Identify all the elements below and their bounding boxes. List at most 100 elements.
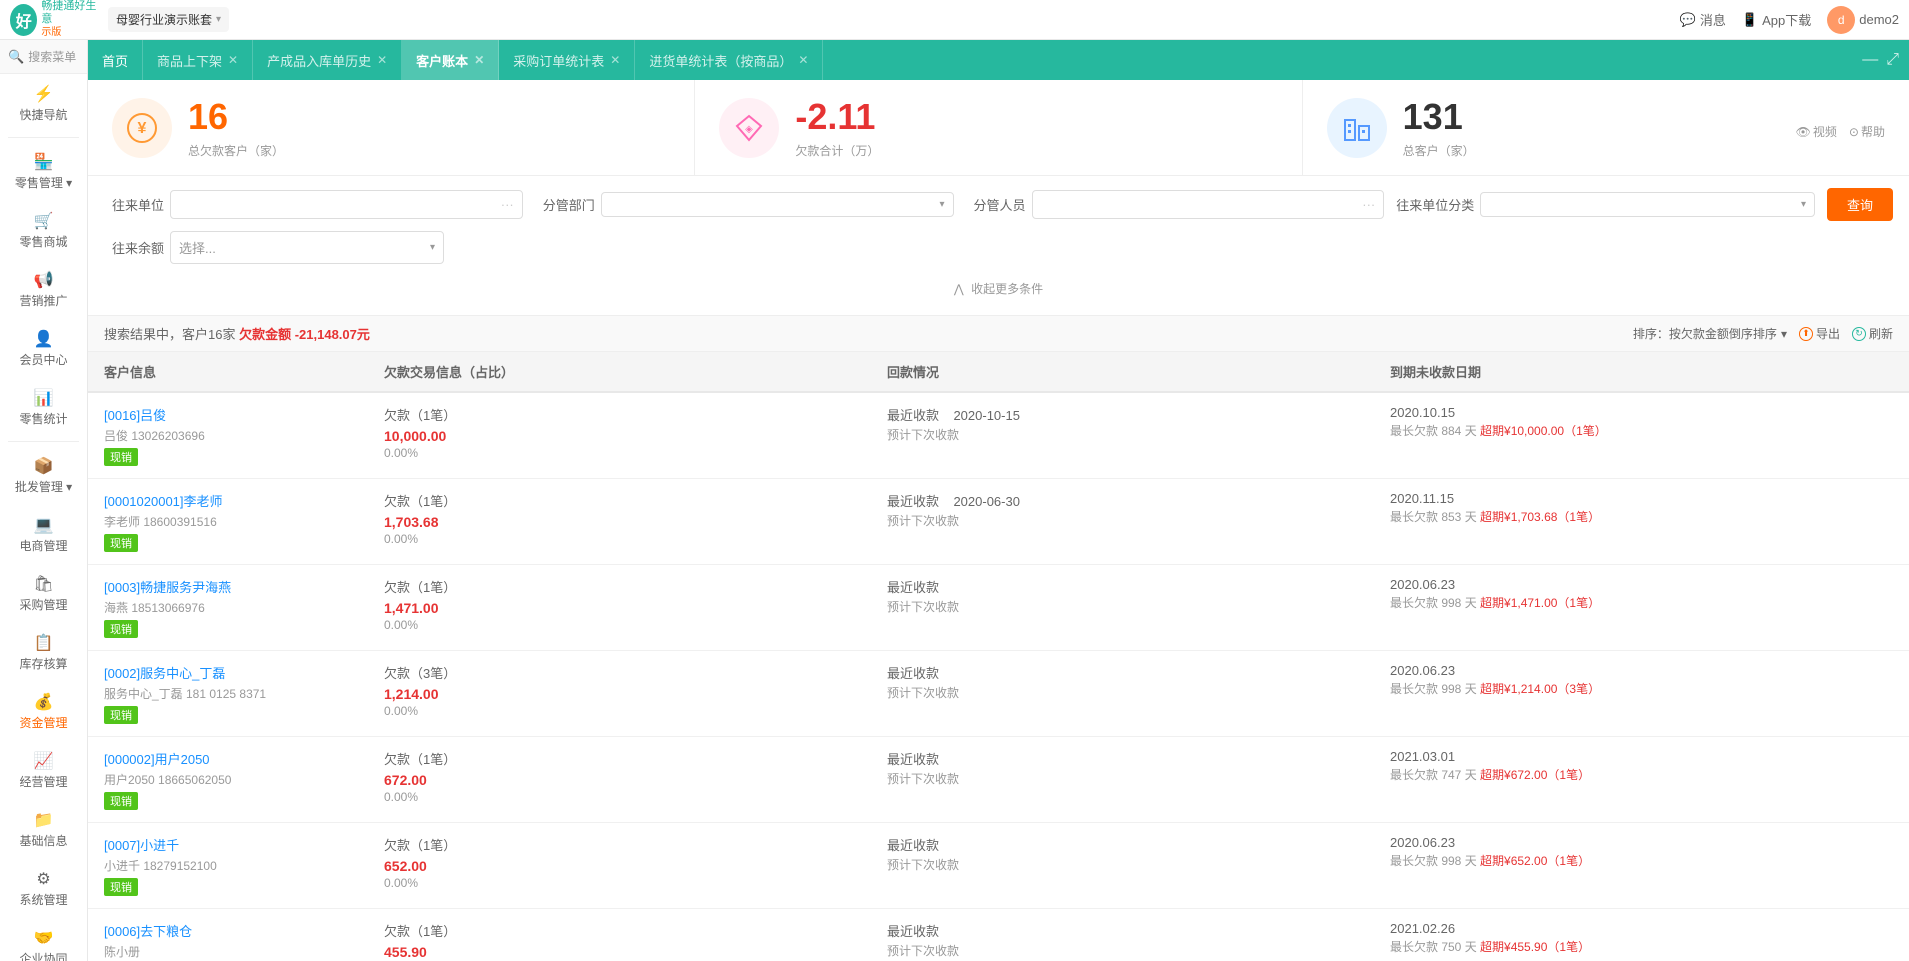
tab-products[interactable]: 商品上下架 ✕ xyxy=(143,40,253,80)
sidebar-item-retail-mall[interactable]: 🛒 零售商城 xyxy=(0,201,87,260)
export-button[interactable]: ⬆ 导出 xyxy=(1799,325,1840,342)
due-link-7[interactable]: 超期¥455.90（1笔） xyxy=(1480,940,1590,954)
tab-maximize-icon[interactable]: ⤢ xyxy=(1886,51,1899,69)
message-button[interactable]: 💬 消息 xyxy=(1680,10,1726,29)
tab-home[interactable]: 首页 xyxy=(88,40,143,80)
debt-amount-6: 652.00 xyxy=(384,858,887,874)
remaining-select[interactable]: 选择... ▾ xyxy=(170,231,444,264)
tab-purchase-order-close[interactable]: ✕ xyxy=(610,53,620,67)
customer-name-3[interactable]: [0003]畅捷服务尹海燕 xyxy=(104,577,384,596)
customer-name-6[interactable]: [0007]小进千 xyxy=(104,835,384,854)
stat-card-overdue-amount: ◈ -2.11 欠款合计（万） xyxy=(695,80,1302,175)
unit-category-select[interactable]: ▾ xyxy=(1480,192,1815,217)
sidebar-item-ecommerce[interactable]: 💻 电商管理 xyxy=(0,505,87,564)
due-date-1: 2020.10.15 xyxy=(1390,405,1893,420)
sort-selector[interactable]: 排序：按欠款金额倒序排序 ▾ xyxy=(1633,325,1787,342)
sidebar-item-sys-mgmt[interactable]: ⚙ 系统管理 xyxy=(0,859,87,918)
due-link-5[interactable]: 超期¥672.00（1笔） xyxy=(1480,768,1590,782)
query-button[interactable]: 查询 xyxy=(1827,188,1893,221)
store-arrow-icon: ▾ xyxy=(216,14,221,25)
sidebar-item-member[interactable]: 👤 会员中心 xyxy=(0,319,87,378)
main-content: ¥ 16 总欠款客户（家） ◈ xyxy=(88,80,1909,961)
sidebar-item-retail-stat[interactable]: 📊 零售统计 xyxy=(0,378,87,437)
collapse-label: 收起更多条件 xyxy=(971,282,1043,296)
next-payment-7: 预计下次收款 xyxy=(887,942,1390,959)
due-overdue-5: 最长欠款 747 天 超期¥672.00（1笔） xyxy=(1390,766,1893,783)
sidebar-item-enterprise[interactable]: 🤝 企业协同 xyxy=(0,918,87,961)
tab-production[interactable]: 产成品入库单历史 ✕ xyxy=(253,40,402,80)
svg-text:◈: ◈ xyxy=(745,124,753,135)
due-link-2[interactable]: 超期¥1,703.68（1笔） xyxy=(1480,510,1600,524)
sidebar-item-purchase[interactable]: 🛍 采购管理 xyxy=(0,564,87,623)
search-icon: 🔍 xyxy=(8,49,24,65)
due-info-3: 2020.06.23 最长欠款 998 天 超期¥1,471.00（1笔） xyxy=(1390,577,1893,611)
due-link-1[interactable]: 超期¥10,000.00（1笔） xyxy=(1480,424,1607,438)
tab-production-close[interactable]: ✕ xyxy=(377,53,387,67)
due-date-7: 2021.02.26 xyxy=(1390,921,1893,936)
user-profile[interactable]: d demo2 xyxy=(1827,6,1899,34)
debt-count-2: 欠款（1笔） xyxy=(384,491,887,510)
person-input[interactable]: ··· xyxy=(1032,190,1385,219)
sidebar-search[interactable]: 🔍 搜索菜单 xyxy=(0,40,87,74)
help-link[interactable]: ⊙ 帮助 xyxy=(1849,123,1885,140)
tab-customer-account[interactable]: 客户账本 ✕ xyxy=(402,40,499,80)
sidebar-item-finance[interactable]: 💰 资金管理 xyxy=(0,682,87,741)
from-unit-input[interactable]: ··· xyxy=(170,190,523,219)
sidebar-item-basic-info[interactable]: 📁 基础信息 xyxy=(0,800,87,859)
customer-name-7[interactable]: [0006]去下粮仓 xyxy=(104,921,384,940)
due-info-4: 2020.06.23 最长欠款 998 天 超期¥1,214.00（3笔） xyxy=(1390,663,1893,697)
due-link-3[interactable]: 超期¥1,471.00（1笔） xyxy=(1480,596,1600,610)
stat-overdue-content: 16 总欠款客户（家） xyxy=(188,96,284,159)
stat-overdue-value: 16 xyxy=(188,96,284,138)
tab-minimize-icon[interactable]: — xyxy=(1862,51,1878,69)
collapse-bar[interactable]: ⋀ 收起更多条件 xyxy=(104,274,1893,303)
sidebar-item-operations[interactable]: 📈 经营管理 xyxy=(0,741,87,800)
customer-info-7: [0006]去下粮仓 陈小册 现销 xyxy=(104,921,384,961)
debt-amount-2: 1,703.68 xyxy=(384,514,887,530)
stat-icon-overdue: ¥ xyxy=(112,98,172,158)
tab-purchase-order[interactable]: 采购订单统计表 ✕ xyxy=(499,40,635,80)
col-header-due: 到期未收款日期 xyxy=(1390,362,1893,381)
refresh-button[interactable]: ↻ 刷新 xyxy=(1852,325,1893,342)
customer-info-4: [0002]服务中心_丁磊 服务中心_丁磊 181 0125 8371 现销 xyxy=(104,663,384,724)
last-payment-4: 最近收款 xyxy=(887,663,1390,682)
tab-customer-account-close[interactable]: ✕ xyxy=(474,53,484,67)
store-name: 母婴行业演示账套 xyxy=(116,11,212,28)
logo-icon: 好 xyxy=(10,4,37,36)
person-label: 分管人员 xyxy=(966,195,1026,214)
app-download-button[interactable]: 📱 App下载 xyxy=(1742,10,1811,29)
due-link-4[interactable]: 超期¥1,214.00（3笔） xyxy=(1480,682,1600,696)
col-header-debt: 欠款交易信息（占比） xyxy=(384,362,887,381)
tab-products-close[interactable]: ✕ xyxy=(228,53,238,67)
sidebar-item-quick-nav[interactable]: ⚡ 快捷导航 xyxy=(0,74,87,133)
tab-instock-stat[interactable]: 进货单统计表（按商品） ✕ xyxy=(635,40,823,80)
customer-name-2[interactable]: [0001020001]李老师 xyxy=(104,491,384,510)
amount-result-label: 欠款金额 -21,148.07元 xyxy=(239,327,370,342)
sidebar-item-retail-mgmt[interactable]: 🏪 零售管理 ▾ xyxy=(0,142,87,201)
dept-arrow-icon: ▾ xyxy=(939,199,944,210)
tab-instock-stat-close[interactable]: ✕ xyxy=(798,53,808,67)
due-link-6[interactable]: 超期¥652.00（1笔） xyxy=(1480,854,1590,868)
due-overdue-3: 最长欠款 998 天 超期¥1,471.00（1笔） xyxy=(1390,594,1893,611)
sidebar-item-inventory[interactable]: 📋 库存核算 xyxy=(0,623,87,682)
stat-top-right: 👁 视频 ⊙ 帮助 xyxy=(1796,115,1885,140)
avatar: d xyxy=(1827,6,1855,34)
dept-select[interactable]: ▾ xyxy=(601,192,954,217)
customer-name-1[interactable]: [0016]吕俊 xyxy=(104,405,384,424)
due-date-6: 2020.06.23 xyxy=(1390,835,1893,850)
customer-name-5[interactable]: [000002]用户2050 xyxy=(104,749,384,768)
sidebar-item-wholesale[interactable]: 📦 批发管理 ▾ xyxy=(0,446,87,505)
customer-name-4[interactable]: [0002]服务中心_丁磊 xyxy=(104,663,384,682)
return-info-6: 最近收款 预计下次收款 xyxy=(887,835,1390,873)
tab-right-actions: — ⤢ xyxy=(1862,51,1909,69)
logo-area: 好 畅捷通好生意示版 xyxy=(10,0,98,39)
store-selector[interactable]: 母婴行业演示账套 ▾ xyxy=(108,7,229,32)
currency-icon: ¥ xyxy=(126,112,158,144)
debt-info-6: 欠款（1笔） 652.00 0.00% xyxy=(384,835,887,890)
view-link[interactable]: 👁 视频 xyxy=(1796,123,1837,140)
tab-customer-account-label: 客户账本 xyxy=(416,51,468,70)
sidebar-item-marketing[interactable]: 📢 营销推广 xyxy=(0,260,87,319)
search-result-label: 搜索结果中，客户16家 xyxy=(104,327,235,342)
table-body: [0016]吕俊 吕俊 13026203696 现销 欠款（1笔） 10,000… xyxy=(88,393,1909,961)
remaining-label: 往来余额 xyxy=(104,238,164,257)
